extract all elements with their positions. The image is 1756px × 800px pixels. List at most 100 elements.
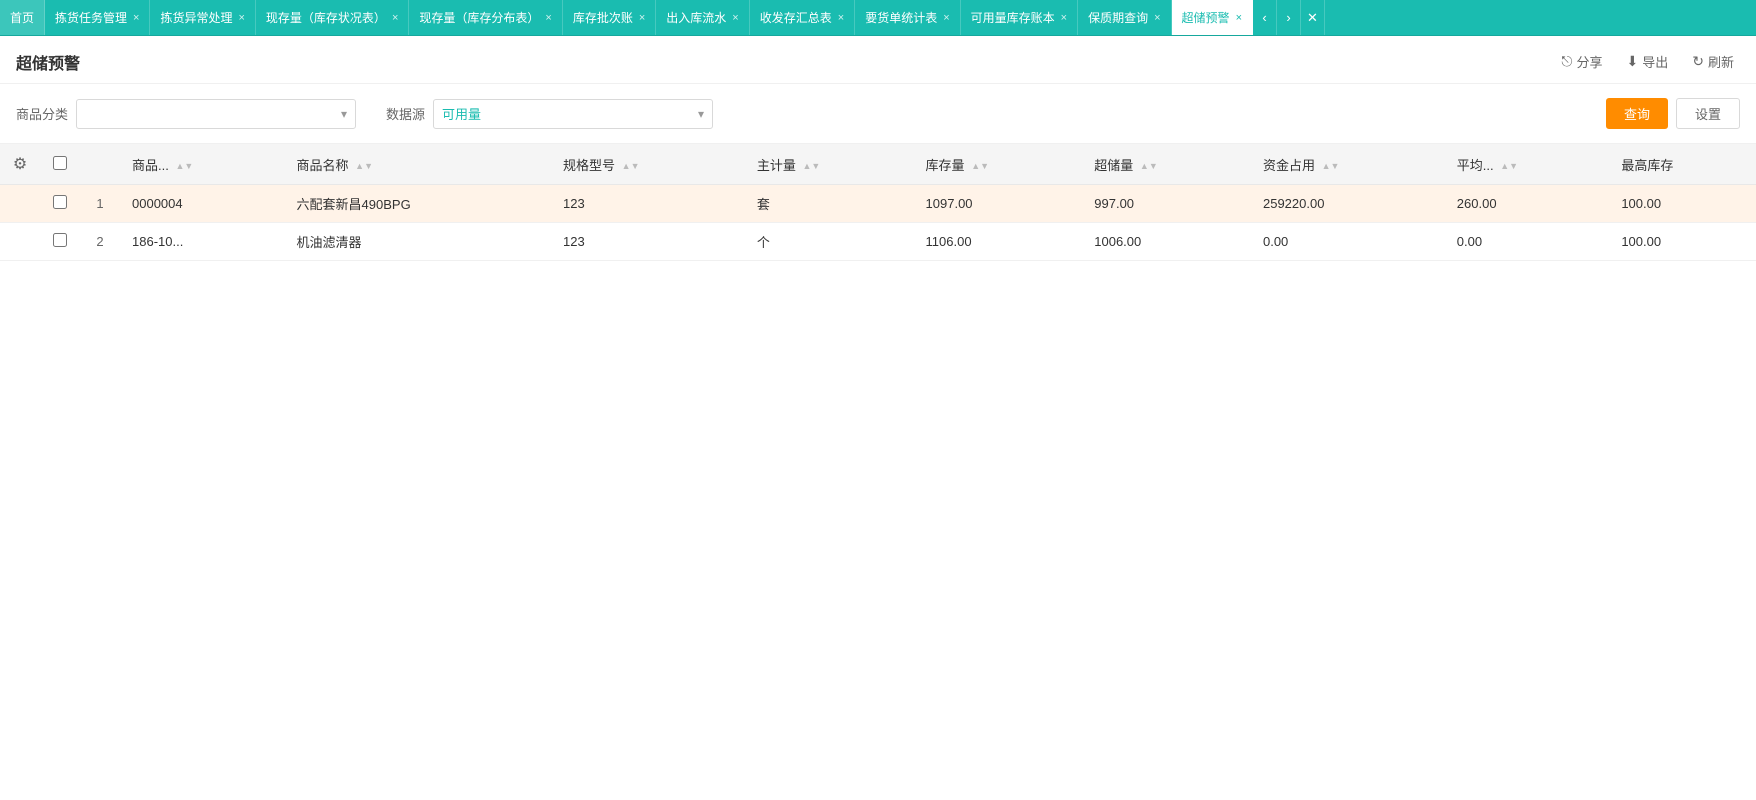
row-product-code: 186-10...	[120, 223, 285, 261]
nav-tab-stock-status[interactable]: 现存量（库存状况表） ×	[256, 0, 409, 35]
close-tab-stock-status[interactable]: ×	[392, 12, 398, 24]
col-product-code: 商品... ▲▼	[120, 144, 285, 185]
datasource-select-value: 可用量	[442, 104, 481, 123]
close-tab-batch-account[interactable]: ×	[639, 12, 645, 24]
query-button[interactable]: 查询	[1606, 98, 1668, 129]
col-product-name: 商品名称 ▲▼	[285, 144, 552, 185]
nav-tab-expiry[interactable]: 保质期查询 ×	[1078, 0, 1171, 35]
close-tab-abnormal[interactable]: ×	[238, 12, 244, 24]
col-overstock: 超储量 ▲▼	[1082, 144, 1251, 185]
share-icon: ⎋	[1561, 53, 1572, 70]
close-tab-collect-summary[interactable]: ×	[838, 12, 844, 24]
page-title: 超储预警	[16, 50, 80, 74]
col-stock: 库存量 ▲▼	[914, 144, 1083, 185]
col-spec: 规格型号 ▲▼	[551, 144, 745, 185]
col-max-stock: 最高库存	[1609, 144, 1756, 185]
row-unit: 套	[745, 185, 914, 223]
row-stock: 1106.00	[914, 223, 1083, 261]
datasource-chevron-icon: ▾	[698, 107, 704, 121]
table-header-row: ⚙ 商品... ▲▼ 商品名称 ▲▼ 规格型号	[0, 144, 1756, 185]
datasource-label: 数据源	[386, 104, 425, 123]
nav-tab-available-stock[interactable]: 可用量库存账本 ×	[961, 0, 1078, 35]
table-row: 1 0000004 六配套新昌490BPG 123 套 1097.00 997.…	[0, 185, 1756, 223]
sort-spec-icon[interactable]: ▲▼	[622, 162, 640, 171]
sort-overstock-icon[interactable]: ▲▼	[1140, 162, 1158, 171]
sort-stock-icon[interactable]: ▲▼	[971, 162, 989, 171]
row-unit: 个	[745, 223, 914, 261]
sort-product-code-icon[interactable]: ▲▼	[175, 162, 193, 171]
col-capital: 资金占用 ▲▼	[1251, 144, 1445, 185]
col-row-num	[80, 144, 120, 185]
nav-tab-abnormal[interactable]: 拣货异常处理 ×	[150, 0, 255, 35]
nav-tab-batch-account[interactable]: 库存批次账 ×	[563, 0, 656, 35]
settings-button[interactable]: 设置	[1676, 98, 1740, 129]
datasource-filter-group: 数据源 可用量 ▾	[386, 99, 713, 129]
nav-tab-stock-dist[interactable]: 现存量（库存分布表） ×	[409, 0, 562, 35]
main-table: ⚙ 商品... ▲▼ 商品名称 ▲▼ 规格型号	[0, 144, 1756, 261]
refresh-icon: ↻	[1692, 53, 1704, 70]
row-checkbox-col	[40, 185, 80, 223]
row-overstock: 997.00	[1082, 185, 1251, 223]
nav-tab-order-stats[interactable]: 要货单统计表 ×	[855, 0, 960, 35]
nav-tab-overstock-warning[interactable]: 超储预警 ×	[1172, 0, 1253, 35]
nav-tab-collect-summary[interactable]: 收发存汇总表 ×	[750, 0, 855, 35]
row-product-code: 0000004	[120, 185, 285, 223]
row-avg: 260.00	[1445, 185, 1610, 223]
sort-avg-icon[interactable]: ▲▼	[1500, 162, 1518, 171]
nav-tab-task-mgmt[interactable]: 拣货任务管理 ×	[45, 0, 150, 35]
col-settings: ⚙	[0, 144, 40, 185]
nav-close-all[interactable]: ✕	[1301, 0, 1325, 35]
close-tab-available-stock[interactable]: ×	[1061, 12, 1067, 24]
row-number: 2	[80, 223, 120, 261]
sort-product-name-icon[interactable]: ▲▼	[355, 162, 373, 171]
table-wrapper: ⚙ 商品... ▲▼ 商品名称 ▲▼ 规格型号	[0, 144, 1756, 261]
share-button[interactable]: ⎋ 分享	[1555, 48, 1608, 75]
refresh-button[interactable]: ↻ 刷新	[1686, 48, 1740, 75]
close-tab-expiry[interactable]: ×	[1154, 12, 1160, 24]
column-settings-icon[interactable]: ⚙	[13, 156, 27, 173]
row-overstock: 1006.00	[1082, 223, 1251, 261]
row-stock: 1097.00	[914, 185, 1083, 223]
chevron-down-icon: ▾	[341, 107, 347, 121]
row-action-col	[0, 223, 40, 261]
nav-tab-home[interactable]: 首页	[0, 0, 45, 35]
category-label: 商品分类	[16, 104, 68, 123]
row-spec: 123	[551, 185, 745, 223]
row-action-col	[0, 185, 40, 223]
sort-capital-icon[interactable]: ▲▼	[1322, 162, 1340, 171]
close-tab-order-stats[interactable]: ×	[943, 12, 949, 24]
close-tab-task-mgmt[interactable]: ×	[133, 12, 139, 24]
header-actions: ⎋ 分享 ⬇ 导出 ↻ 刷新	[1555, 48, 1740, 75]
row-max-stock: 100.00	[1609, 223, 1756, 261]
export-button[interactable]: ⬇ 导出	[1621, 48, 1675, 75]
datasource-select[interactable]: 可用量 ▾	[433, 99, 713, 129]
filter-area: 商品分类 ▾ 数据源 可用量 ▾ 查询 设置	[0, 84, 1756, 144]
category-select[interactable]: ▾	[76, 99, 356, 129]
row-capital: 0.00	[1251, 223, 1445, 261]
row-number: 1	[80, 185, 120, 223]
filter-action-buttons: 查询 设置	[1606, 98, 1740, 129]
top-navigation: 首页 拣货任务管理 × 拣货异常处理 × 现存量（库存状况表） × 现存量（库存…	[0, 0, 1756, 36]
row-product-name: 机油滤清器	[285, 223, 552, 261]
table-row: 2 186-10... 机油滤清器 123 个 1106.00 1006.00 …	[0, 223, 1756, 261]
close-tab-overstock-warning[interactable]: ×	[1236, 12, 1242, 24]
col-checkbox	[40, 144, 80, 185]
sort-unit-icon[interactable]: ▲▼	[802, 162, 820, 171]
nav-arrow-left[interactable]: ‹	[1253, 0, 1277, 35]
row-avg: 0.00	[1445, 223, 1610, 261]
close-tab-inout-flow[interactable]: ×	[732, 12, 738, 24]
row-checkbox-1[interactable]	[53, 233, 67, 247]
page-header: 超储预警 ⎋ 分享 ⬇ 导出 ↻ 刷新	[0, 36, 1756, 84]
close-tab-stock-dist[interactable]: ×	[545, 12, 551, 24]
col-avg: 平均... ▲▼	[1445, 144, 1610, 185]
row-checkbox-0[interactable]	[53, 195, 67, 209]
row-checkbox-col	[40, 223, 80, 261]
row-capital: 259220.00	[1251, 185, 1445, 223]
nav-tab-inout-flow[interactable]: 出入库流水 ×	[656, 0, 749, 35]
nav-arrow-right[interactable]: ›	[1277, 0, 1301, 35]
select-all-checkbox[interactable]	[53, 156, 67, 170]
category-filter-group: 商品分类 ▾	[16, 99, 356, 129]
export-icon: ⬇	[1627, 53, 1639, 70]
row-max-stock: 100.00	[1609, 185, 1756, 223]
page-content: 超储预警 ⎋ 分享 ⬇ 导出 ↻ 刷新 商品分类 ▾ 数据源	[0, 36, 1756, 800]
